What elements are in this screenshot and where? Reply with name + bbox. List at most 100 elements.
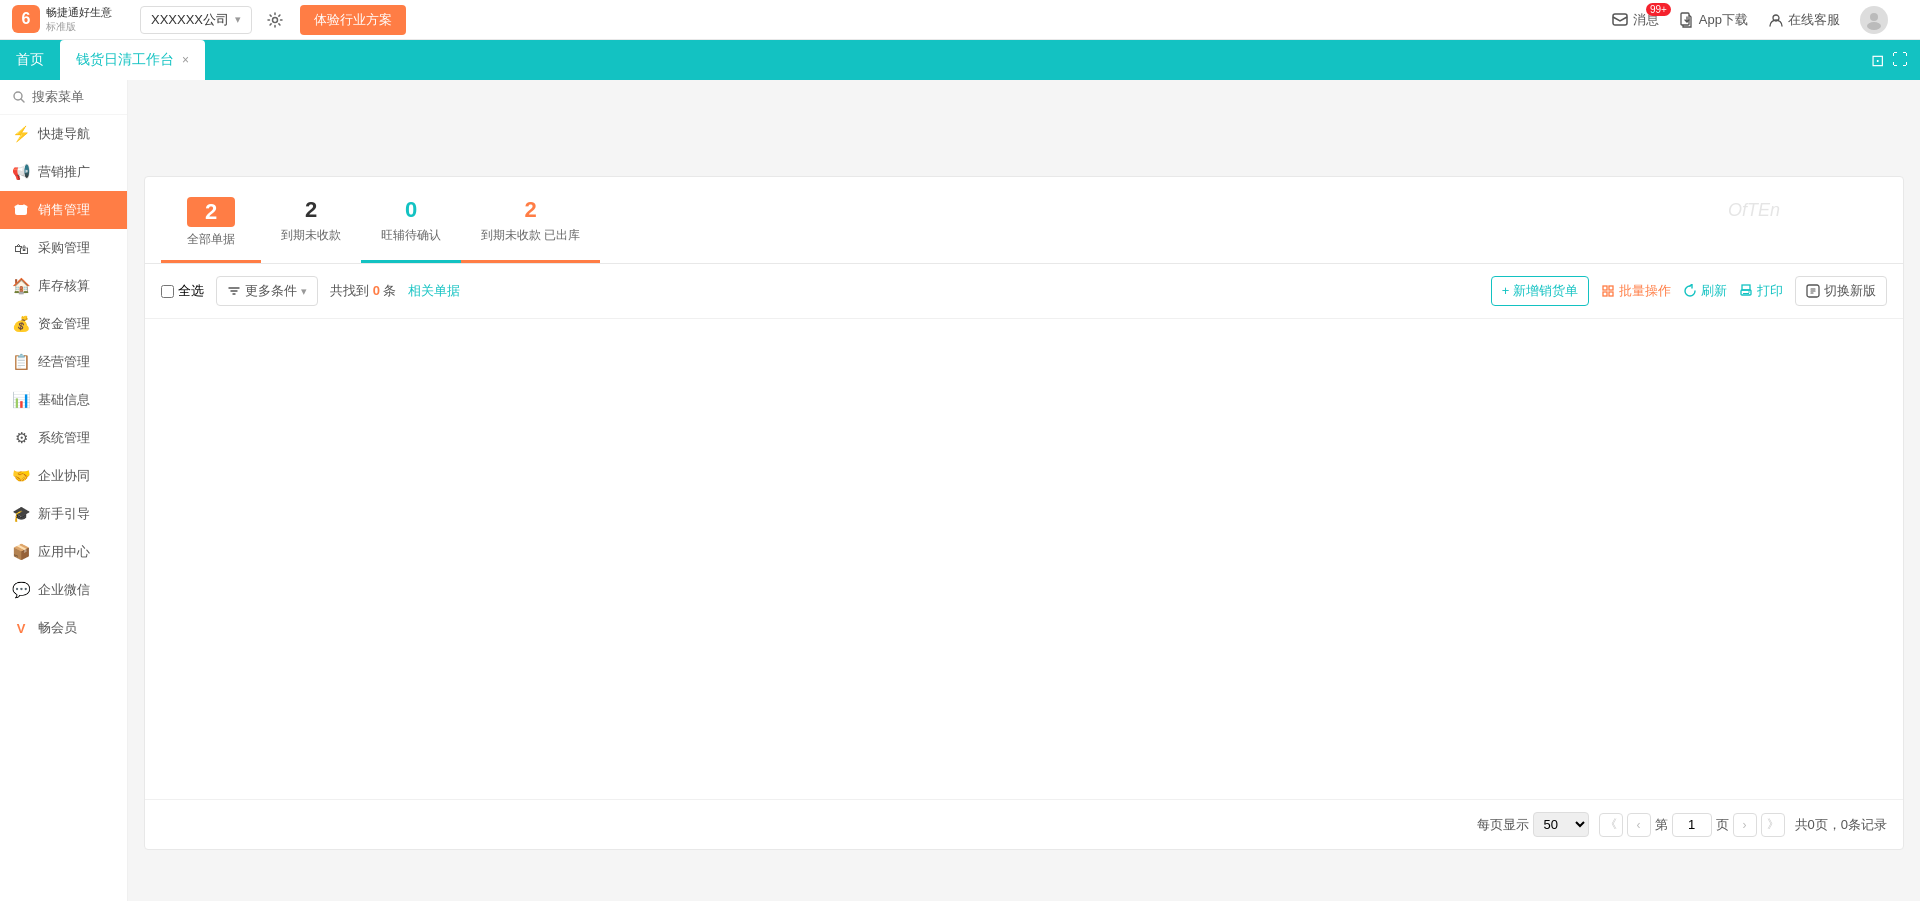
- quick-nav-icon: ⚡: [12, 125, 30, 143]
- svg-rect-15: [1743, 293, 1749, 294]
- logo-name: 畅捷通好生意: [46, 5, 112, 19]
- sidebar-item-system[interactable]: ⚙ 系统管理: [0, 419, 127, 457]
- sidebar-item-finance[interactable]: 💰 资金管理: [0, 305, 127, 343]
- main-content: 2 全部单据 2 到期未收款 0 旺辅待确认 2 到期未收款 已出库: [128, 160, 1920, 901]
- wechat-icon: 💬: [12, 581, 30, 599]
- sidebar-item-purchase[interactable]: 🛍 采购管理: [0, 229, 127, 267]
- print-button[interactable]: 打印: [1739, 282, 1783, 300]
- svg-point-16: [1748, 291, 1750, 293]
- sidebar-item-base-info[interactable]: 📊 基础信息: [0, 381, 127, 419]
- sidebar-item-guide[interactable]: 🎓 新手引导: [0, 495, 127, 533]
- sidebar-item-label: 畅会员: [38, 619, 77, 637]
- table-area: [145, 319, 1903, 799]
- sidebar-item-label: 企业微信: [38, 581, 90, 599]
- sidebar-item-marketing[interactable]: 📢 营销推广: [0, 153, 127, 191]
- stat-label-overdue: 到期未收款: [281, 227, 341, 244]
- batch-operation-button[interactable]: 批量操作: [1601, 282, 1671, 300]
- tab-home[interactable]: 首页: [0, 40, 60, 80]
- stat-label-wangpai: 旺辅待确认: [381, 227, 441, 244]
- sidebar-item-wechat[interactable]: 💬 企业微信: [0, 571, 127, 609]
- stat-tab-all[interactable]: 2 全部单据: [161, 189, 261, 263]
- avatar[interactable]: [1860, 6, 1888, 34]
- content-card: 2 全部单据 2 到期未收款 0 旺辅待确认 2 到期未收款 已出库: [144, 176, 1904, 850]
- tab-restore-icon[interactable]: ⊡: [1871, 51, 1884, 70]
- sidebar-search-label: 搜索菜单: [32, 88, 84, 106]
- company-selector[interactable]: XXXXXX公司 ▾: [140, 6, 252, 34]
- select-all-checkbox[interactable]: 全选: [161, 282, 204, 300]
- inventory-icon: 🏠: [12, 277, 30, 295]
- stat-label-overdue-out: 到期未收款 已出库: [481, 227, 580, 244]
- page-suffix: 页: [1716, 816, 1729, 834]
- stat-label-all: 全部单据: [187, 231, 235, 248]
- switch-new-version-button[interactable]: 切换新版: [1795, 276, 1887, 306]
- related-link[interactable]: 相关单据: [408, 282, 460, 300]
- topbar-right: 消息 99+ App下载 在线客服: [1611, 6, 1908, 34]
- total-records: 共0页，0条记录: [1795, 816, 1887, 834]
- sidebar-item-label: 快捷导航: [38, 125, 90, 143]
- tab-maximize-icon[interactable]: ⛶: [1892, 51, 1908, 69]
- base-info-icon: 📊: [12, 391, 30, 409]
- stat-tab-overdue[interactable]: 2 到期未收款: [261, 189, 361, 263]
- sidebar-item-label: 系统管理: [38, 429, 90, 447]
- stat-tabs: 2 全部单据 2 到期未收款 0 旺辅待确认 2 到期未收款 已出库: [145, 177, 1903, 264]
- chevron-down-icon: ▾: [235, 13, 241, 26]
- sidebar-item-label: 经营管理: [38, 353, 90, 371]
- add-sales-order-button[interactable]: + 新增销货单: [1491, 276, 1589, 306]
- select-all-input[interactable]: [161, 285, 174, 298]
- sidebar-item-label: 库存核算: [38, 277, 90, 295]
- more-filter-label: 更多条件: [245, 282, 297, 300]
- svg-rect-11: [1603, 292, 1607, 296]
- more-filter-arrow: ▾: [301, 285, 307, 298]
- page-number-input[interactable]: [1672, 813, 1712, 837]
- batch-label: 批量操作: [1619, 282, 1671, 300]
- page-prefix: 第: [1655, 816, 1668, 834]
- sidebar-item-label: 资金管理: [38, 315, 90, 333]
- sidebar-item-member[interactable]: V 畅会员: [0, 609, 127, 647]
- message-badge: 99+: [1646, 3, 1671, 16]
- sidebar-item-label: 采购管理: [38, 239, 90, 257]
- settings-icon[interactable]: [260, 5, 290, 35]
- sidebar-item-cooperation[interactable]: 🤝 企业协同: [0, 457, 127, 495]
- last-page-button[interactable]: 》: [1761, 813, 1785, 837]
- print-label: 打印: [1757, 282, 1783, 300]
- first-page-button[interactable]: 《: [1599, 813, 1623, 837]
- sidebar-item-label: 企业协同: [38, 467, 90, 485]
- stat-tab-overdue-out[interactable]: 2 到期未收款 已出库: [461, 189, 600, 263]
- page-nav: 《 ‹ 第 页 › 》: [1599, 813, 1785, 837]
- svg-rect-1: [1613, 14, 1627, 25]
- app-download-btn[interactable]: App下载: [1679, 11, 1748, 29]
- experience-industry-button[interactable]: 体验行业方案: [300, 5, 406, 35]
- next-page-button[interactable]: ›: [1733, 813, 1757, 837]
- more-filter-button[interactable]: 更多条件 ▾: [216, 276, 318, 306]
- svg-rect-10: [1609, 286, 1613, 290]
- svg-rect-2: [1681, 13, 1689, 25]
- refresh-button[interactable]: 刷新: [1683, 282, 1727, 300]
- sidebar-item-app-center[interactable]: 📦 应用中心: [0, 533, 127, 571]
- stat-num-all: 2: [187, 197, 235, 227]
- tab-close-icon[interactable]: ×: [182, 53, 189, 67]
- svg-point-4: [1870, 13, 1878, 21]
- sidebar-search[interactable]: 搜索菜单: [0, 80, 127, 115]
- sidebar-item-label: 营销推广: [38, 163, 90, 181]
- app-download-label: App下载: [1699, 11, 1748, 29]
- app-center-icon: 📦: [12, 543, 30, 561]
- toolbar: 全选 更多条件 ▾ 共找到 0 条 相关单据 + 新增销货单: [145, 264, 1903, 319]
- prev-page-button[interactable]: ‹: [1627, 813, 1651, 837]
- pagination: 每页显示 50 20 100 《 ‹ 第 页 › 》 共0页，0条记录: [145, 799, 1903, 849]
- switch-label: 切换新版: [1824, 282, 1876, 300]
- sidebar-item-label: 销售管理: [38, 201, 90, 219]
- sidebar-item-quick-nav[interactable]: ⚡ 快捷导航: [0, 115, 127, 153]
- sidebar-item-inventory[interactable]: 🏠 库存核算: [0, 267, 127, 305]
- finance-icon: 💰: [12, 315, 30, 333]
- svg-point-0: [273, 17, 278, 22]
- sidebar-item-sales[interactable]: 销售管理: [0, 191, 127, 229]
- sidebar-item-operation[interactable]: 📋 经营管理: [0, 343, 127, 381]
- tab-active[interactable]: 钱货日清工作台 ×: [60, 40, 205, 80]
- per-page-dropdown[interactable]: 50 20 100: [1533, 812, 1589, 837]
- logo: 6 畅捷通好生意 标准版: [12, 5, 140, 33]
- svg-rect-13: [1742, 285, 1750, 290]
- message-btn[interactable]: 消息 99+: [1611, 11, 1659, 29]
- sales-icon: [12, 201, 30, 219]
- stat-tab-wangpai[interactable]: 0 旺辅待确认: [361, 189, 461, 263]
- online-service-btn[interactable]: 在线客服: [1768, 11, 1840, 29]
